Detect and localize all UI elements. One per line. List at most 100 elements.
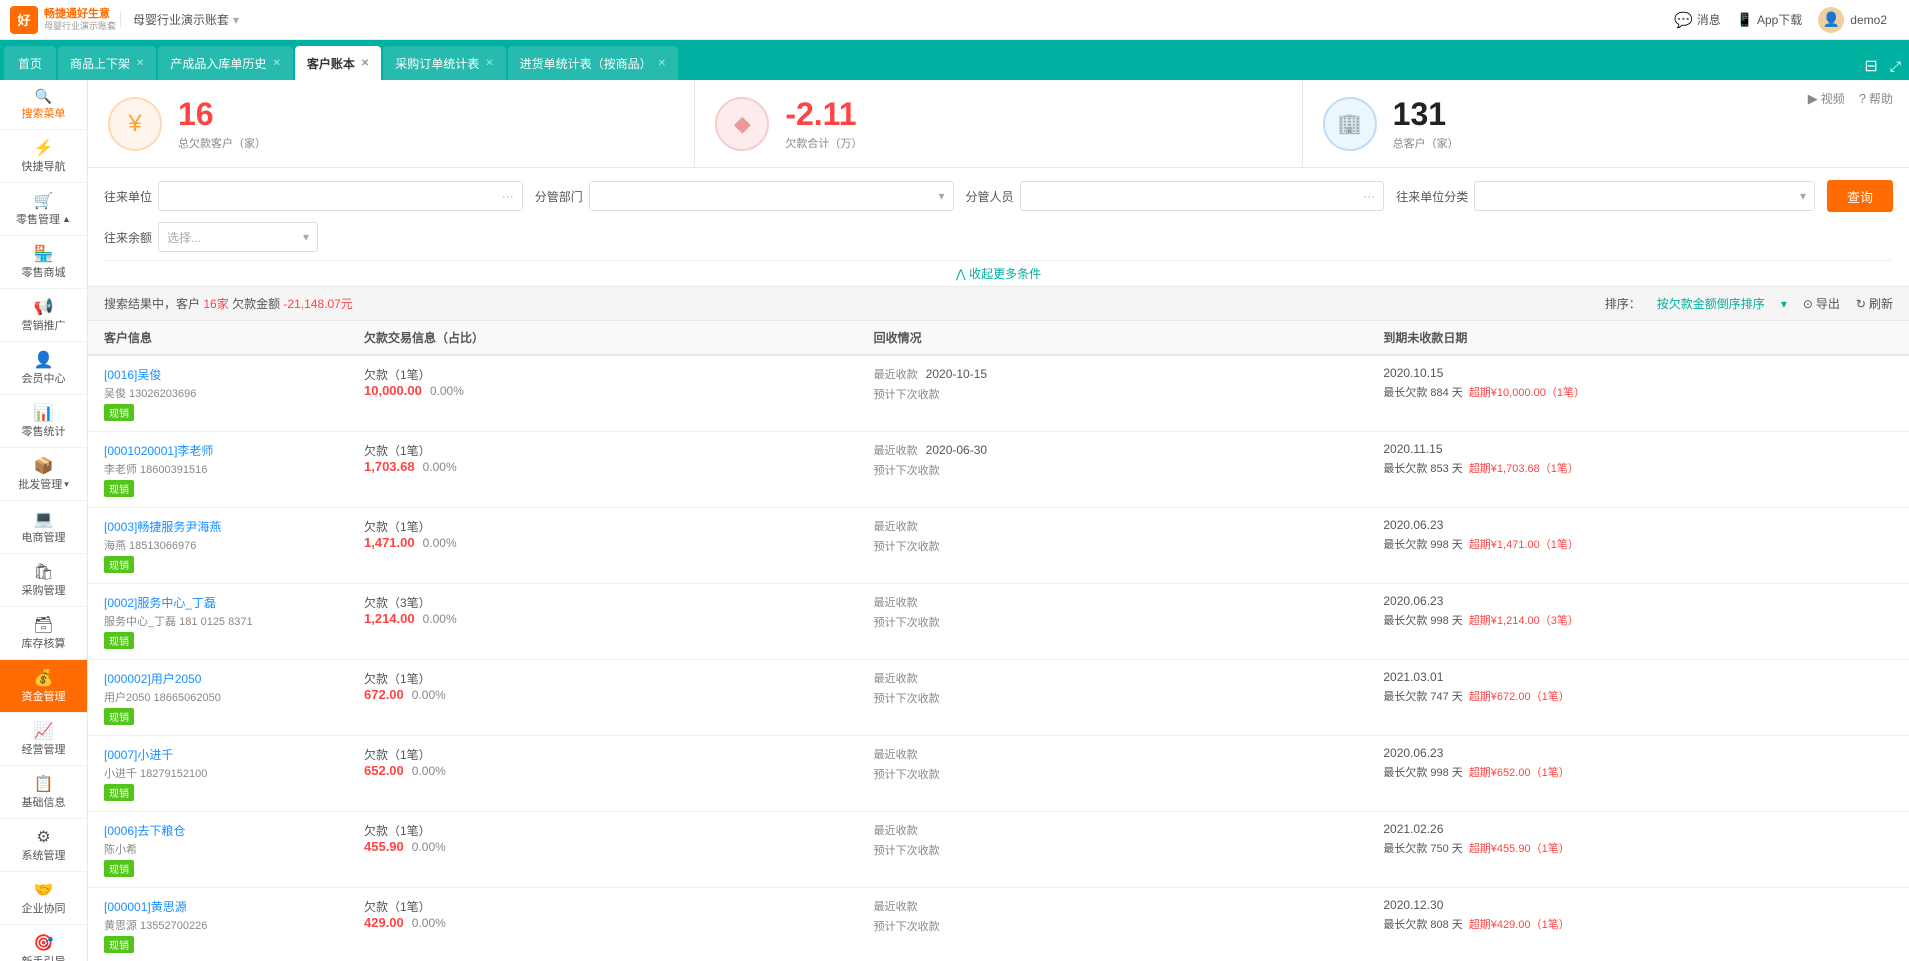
debt-amount[interactable]: 672.00 — [364, 687, 404, 702]
overdue-text[interactable]: 超期¥429.00（1笔） — [1469, 916, 1570, 932]
close-icon-tab1[interactable]: ✕ — [136, 58, 144, 69]
tab-purchase-by-product[interactable]: 进货单统计表（按商品） ✕ — [508, 46, 678, 80]
overdue-text[interactable]: 超期¥455.90（1笔） — [1469, 840, 1570, 856]
debt-count: 欠款（1笔） — [364, 670, 874, 687]
filter-select-dept[interactable]: ▾ — [589, 181, 954, 211]
customer-name-link[interactable]: [0007]小进千 — [104, 746, 364, 763]
max-overdue-days: 最长欠款 808 天 — [1383, 916, 1462, 932]
store-selector[interactable]: 母婴行业演示账套 ▾ — [120, 11, 251, 28]
customer-name-link[interactable]: [0016]吴俊 — [104, 366, 364, 383]
next-collection: 预计下次收款 — [874, 842, 1384, 858]
tab-product-listing[interactable]: 商品上下架 ✕ — [58, 46, 156, 80]
recovery-label: 最近收款 — [874, 518, 918, 534]
sidebar-search[interactable]: 🔍 搜索菜单 — [0, 80, 87, 130]
sidebar-item-retail-mall[interactable]: 🏪 零售商城 — [0, 236, 87, 289]
customer-contact: 陈小希 — [104, 841, 364, 857]
filter-select-balance[interactable]: 选择... ▾ — [158, 222, 318, 252]
filter-label-5: 往来余额 — [104, 229, 152, 246]
overdue-text[interactable]: 超期¥672.00（1笔） — [1469, 688, 1570, 704]
refresh-btn[interactable]: ↻ 刷新 — [1856, 295, 1893, 312]
debt-amount[interactable]: 429.00 — [364, 915, 404, 930]
due-date: 2020.06.23 — [1383, 746, 1893, 760]
debt-amount[interactable]: 1,703.68 — [364, 459, 415, 474]
debt-count: 欠款（3笔） — [364, 594, 874, 611]
col-header-due: 到期未收款日期 — [1383, 329, 1893, 346]
customer-name-link[interactable]: [000001]黄思源 — [104, 898, 364, 915]
sidebar-item-ecom[interactable]: 💻 电商管理 — [0, 501, 87, 554]
debt-amount[interactable]: 455.90 — [364, 839, 404, 854]
sidebar-item-batch-mgmt[interactable]: 📦 批发管理 ▾ — [0, 448, 87, 501]
sidebar-item-capital[interactable]: 💰 资金管理 — [0, 660, 87, 713]
customer-tag: 现销 — [104, 708, 134, 725]
video-btn[interactable]: ▶ 视频 — [1808, 90, 1845, 107]
next-collection: 预计下次收款 — [874, 386, 1384, 402]
debt-amount[interactable]: 1,471.00 — [364, 535, 415, 550]
debt-amount[interactable]: 652.00 — [364, 763, 404, 778]
sidebar-item-operations[interactable]: 📈 经营管理 — [0, 713, 87, 766]
collapse-tabs-btn[interactable]: ⊟ — [1860, 56, 1881, 76]
sidebar-item-marketing[interactable]: 📢 营销推广 — [0, 289, 87, 342]
overdue-text[interactable]: 超期¥1,703.68（1笔） — [1469, 460, 1579, 476]
help-btn[interactable]: ? 帮助 — [1859, 90, 1893, 107]
basic-info-icon: 📋 — [4, 774, 83, 794]
overdue-text[interactable]: 超期¥1,214.00（3笔） — [1469, 612, 1579, 628]
chevron-down-icon: ▾ — [938, 189, 944, 203]
overdue-text[interactable]: 超期¥10,000.00（1笔） — [1469, 384, 1585, 400]
recovery-date: 2020-06-30 — [926, 443, 987, 457]
due-date: 2020.10.15 — [1383, 366, 1893, 380]
export-btn[interactable]: ⊙ 导出 — [1803, 295, 1840, 312]
debt-amount[interactable]: 1,214.00 — [364, 611, 415, 626]
user-avatar[interactable]: 👤 demo2 — [1818, 7, 1887, 33]
sidebar-item-member[interactable]: 👤 会员中心 — [0, 342, 87, 395]
tab-product-history[interactable]: 产成品入库单历史 ✕ — [158, 46, 292, 80]
export-icon: ⊙ — [1803, 297, 1813, 311]
close-icon-tab4[interactable]: ✕ — [485, 58, 493, 69]
collapse-filter-btn[interactable]: ⋀ 收起更多条件 — [104, 260, 1893, 286]
tab-purchase-stats[interactable]: 采购订单统计表 ✕ — [383, 46, 505, 80]
sidebar-item-purchase[interactable]: 🛍 采购管理 — [0, 554, 87, 607]
customer-name-link[interactable]: [0006]去下粮仓 — [104, 822, 364, 839]
close-icon-tab3[interactable]: ✕ — [361, 58, 369, 69]
customer-name-link[interactable]: [000002]用户2050 — [104, 670, 364, 687]
sidebar-item-quick-nav[interactable]: ⚡ 快捷导航 — [0, 130, 87, 183]
debt-amount[interactable]: 10,000.00 — [364, 383, 422, 398]
tab-customer-ledger[interactable]: 客户账本 ✕ — [295, 46, 381, 80]
filter-input-manager[interactable]: ··· — [1020, 181, 1385, 211]
overdue-text[interactable]: 超期¥1,471.00（1笔） — [1469, 536, 1579, 552]
max-overdue-days: 最长欠款 750 天 — [1383, 840, 1462, 856]
search-button[interactable]: 查询 — [1827, 180, 1893, 212]
sort-value[interactable]: 按欠款金额倒序排序 — [1657, 295, 1765, 312]
logo-area: 好 畅捷通好生意 母婴行业演示账套 — [10, 6, 116, 34]
close-icon-tab2[interactable]: ✕ — [272, 58, 280, 69]
customer-name-link[interactable]: [0003]畅捷服务尹海燕 — [104, 518, 364, 535]
fullscreen-btn[interactable]: ⤢ — [1886, 58, 1905, 75]
app-download-btn[interactable]: 📱 App下载 — [1737, 11, 1803, 28]
ellipsis-icon2: ··· — [1363, 189, 1375, 203]
customer-tag: 现销 — [104, 936, 134, 953]
customer-contact: 黄思源 13552700226 — [104, 917, 364, 933]
due-date: 2020.06.23 — [1383, 594, 1893, 608]
sidebar-item-retail-mgmt[interactable]: 🛒 零售管理 ▲ — [0, 183, 87, 236]
sidebar-item-basic-info[interactable]: 📋 基础信息 — [0, 766, 87, 819]
sidebar-item-retail-stats[interactable]: 📊 零售统计 — [0, 395, 87, 448]
sidebar-item-enterprise-collab[interactable]: 🤝 企业协同 — [0, 872, 87, 925]
capital-icon: 💰 — [4, 668, 83, 688]
filter-select-category[interactable]: ▾ — [1474, 181, 1815, 211]
customer-name-link[interactable]: [0002]服务中心_丁磊 — [104, 594, 364, 611]
overdue-text[interactable]: 超期¥652.00（1笔） — [1469, 764, 1570, 780]
customer-contact: 用户2050 18665062050 — [104, 689, 364, 705]
filter-input-vendor[interactable]: ··· — [158, 181, 523, 211]
debt-customers-number: 16 — [178, 96, 266, 133]
customer-tag: 现销 — [104, 860, 134, 877]
max-overdue-days: 最长欠款 998 天 — [1383, 612, 1462, 628]
close-icon-tab5[interactable]: ✕ — [658, 58, 666, 69]
sidebar-item-new-guide[interactable]: 🎯 新手引导 — [0, 925, 87, 961]
sidebar-item-system[interactable]: ⚙ 系统管理 — [0, 819, 87, 872]
next-collection: 预计下次收款 — [874, 690, 1384, 706]
sidebar-item-inventory[interactable]: 🗃 库存核算 — [0, 607, 87, 660]
tab-home[interactable]: 首页 — [4, 46, 56, 80]
customer-name-link[interactable]: [0001020001]李老师 — [104, 442, 364, 459]
customer-tag: 现销 — [104, 404, 134, 421]
table-row: [0016]吴俊 吴俊 13026203696 现销 欠款（1笔） 10,000… — [88, 356, 1909, 432]
message-btn[interactable]: 💬 消息 — [1674, 11, 1721, 29]
